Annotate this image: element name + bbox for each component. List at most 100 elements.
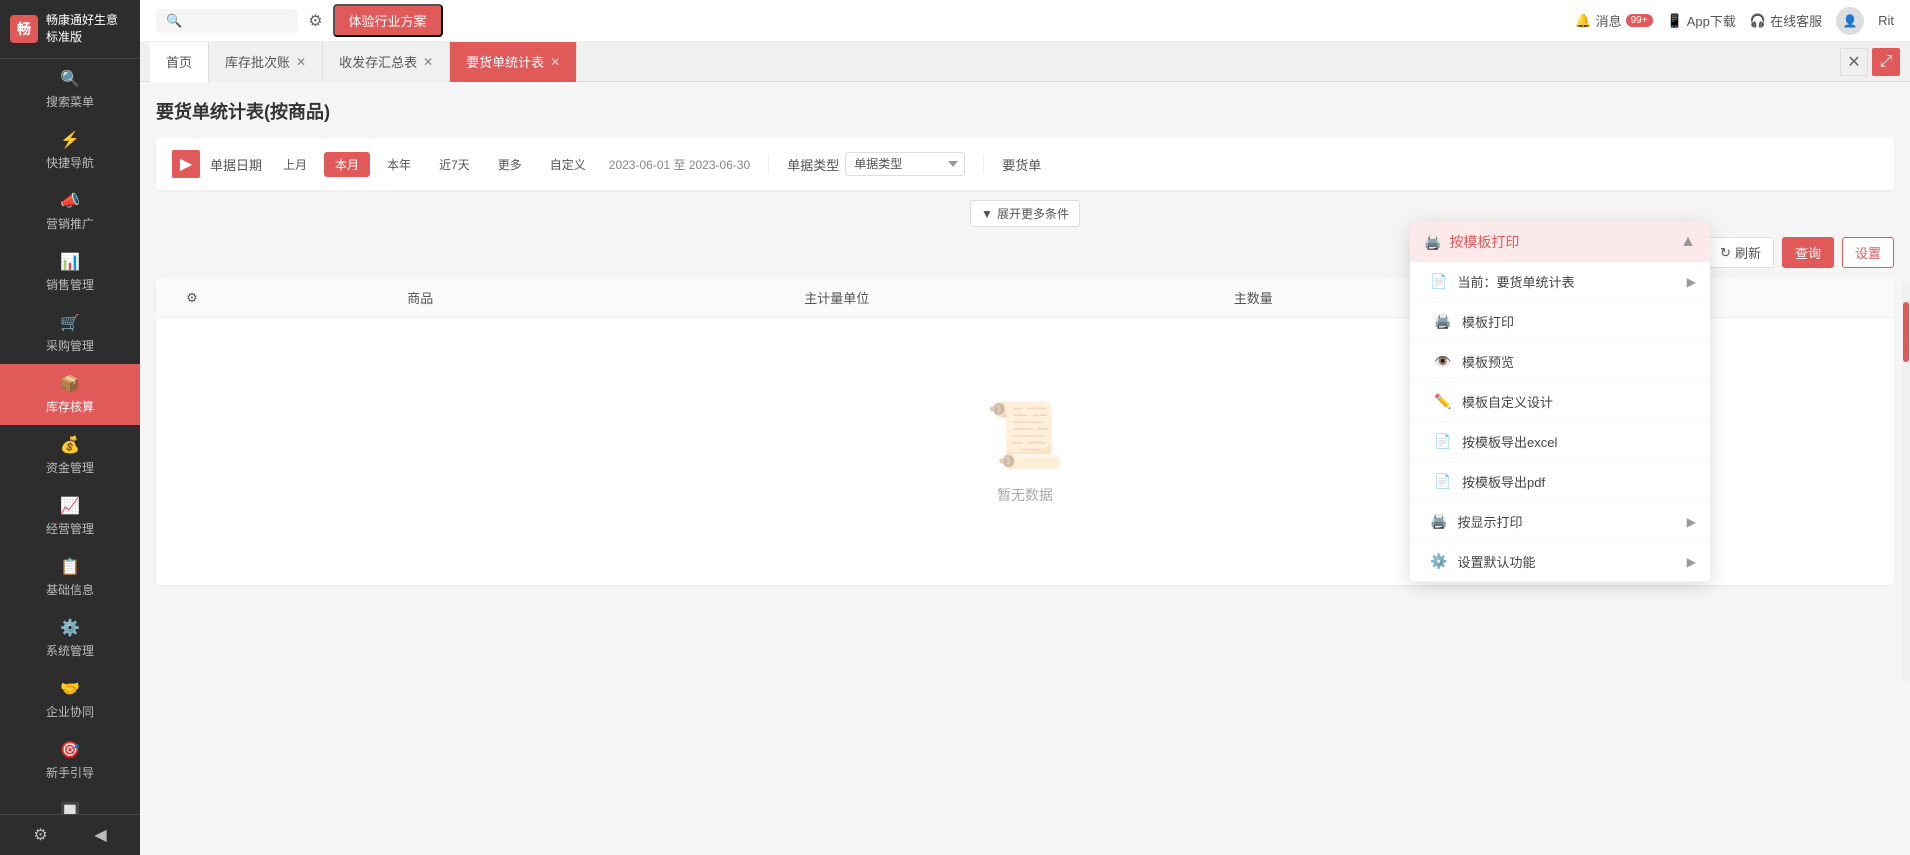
dropdown-current-item[interactable]: 📄 当前：要货单统计表 ▶ [1410, 262, 1710, 302]
empty-text: 暂无数据 [997, 485, 1053, 505]
current-chevron: ▶ [1687, 275, 1696, 289]
sidebar-item-finance[interactable]: 💰 资金管理 [0, 425, 140, 486]
sidebar-bottom: ⚙ ◀ [0, 814, 140, 855]
dropdown-export-pdf[interactable]: 📄 按模板导出pdf [1410, 462, 1710, 502]
settings-bottom-btn[interactable]: ⚙ [33, 825, 47, 845]
logo-icon: 畅 [10, 15, 38, 43]
col-unit: 主计量单位 [629, 288, 1046, 307]
print-dropdown: 🖨️ 按模板打印 ▲ 📄 当前：要货单统计表 ▶ 🖨️ 模板打印 👁️ 模板预览 [1410, 222, 1710, 582]
date-custom[interactable]: 自定义 [539, 152, 597, 177]
scroll-track [1902, 282, 1910, 682]
scroll-thumb[interactable] [1903, 302, 1909, 362]
app-download-btn[interactable]: 📱 App下载 [1667, 11, 1736, 30]
expand-tabs-btn[interactable]: ⤢ [1872, 48, 1900, 76]
search-input[interactable] [188, 14, 288, 28]
sidebar-item-collab[interactable]: 🤝 企业协同 [0, 669, 140, 730]
operations-icon: 📈 [60, 496, 80, 516]
dropdown-collapse-btn[interactable]: ▲ [1680, 233, 1696, 251]
dropdown-header: 🖨️ 按模板打印 ▲ [1410, 222, 1710, 262]
collapse-btn[interactable]: ◀ [94, 825, 106, 845]
template-design-icon: ✏️ [1434, 393, 1452, 410]
topbar: 🔍 ⚙ 体验行业方案 🔔 消息 99+ 📱 App下载 🎧 在线客服 👤 Rit [140, 0, 1910, 42]
user-avatar[interactable]: 👤 [1836, 7, 1864, 35]
online-service-btn[interactable]: 🎧 在线客服 [1750, 11, 1822, 30]
dropdown-title: 🖨️ 按模板打印 [1424, 232, 1519, 252]
set-default-group: ⚙️ 设置默认功能 [1430, 552, 1535, 571]
filter-bar: ▶ 单据日期 上月 本月 本年 近7天 更多 自定义 2023-06-01 至 … [156, 138, 1894, 190]
download-icon: 📱 [1667, 13, 1683, 29]
dropdown-set-default[interactable]: ⚙️ 设置默认功能 ▶ [1410, 542, 1710, 582]
app-logo: 畅 畅康通好生意 标准版 [0, 0, 140, 59]
sidebar-item-inventory[interactable]: 📦 库存核算 [0, 364, 140, 425]
notifications-btn[interactable]: 🔔 消息 99+ [1575, 11, 1652, 30]
sidebar-item-search-menu[interactable]: 🔍 搜索菜单 [0, 59, 140, 120]
sidebar-item-operations[interactable]: 📈 经营管理 [0, 486, 140, 547]
tab-order-stats[interactable]: 要货单统计表 ✕ [450, 42, 577, 82]
set-default-icon: ⚙️ [1430, 553, 1447, 570]
tab-batch-account[interactable]: 库存批次账 ✕ [209, 42, 323, 82]
tab-receipt-summary[interactable]: 收发存汇总表 ✕ [323, 42, 450, 82]
avatar-icon: 👤 [1843, 14, 1858, 28]
sales-icon: 📊 [60, 252, 80, 272]
topbar-gear-icon[interactable]: ⚙ [308, 11, 322, 31]
date-label: 单据日期 [210, 155, 262, 174]
empty-illustration: 📜 [985, 398, 1065, 473]
dropdown-template-preview[interactable]: 👁️ 模板预览 [1410, 342, 1710, 382]
trial-btn[interactable]: 体验行业方案 [333, 4, 443, 37]
inventory-icon: 📦 [60, 374, 80, 394]
sidebar-item-quick-nav[interactable]: ⚡ 快捷导航 [0, 120, 140, 181]
tabs-bar: 首页 库存批次账 ✕ 收发存汇总表 ✕ 要货单统计表 ✕ ✕ ⤢ [140, 42, 1910, 82]
current-doc-icon: 📄 [1430, 273, 1447, 290]
tab-home[interactable]: 首页 [150, 42, 209, 82]
settings-btn[interactable]: 设置 [1842, 237, 1894, 268]
tab-close-batch[interactable]: ✕ [296, 55, 306, 69]
sidebar-item-app-center[interactable]: 🔲 应用中心 [0, 791, 140, 814]
tab-close-order[interactable]: ✕ [550, 55, 560, 69]
sidebar-item-basics[interactable]: 📋 基础信息 [0, 547, 140, 608]
main-area: 🔍 ⚙ 体验行业方案 🔔 消息 99+ 📱 App下载 🎧 在线客服 👤 Rit [140, 0, 1910, 855]
bell-icon: 🔔 [1575, 13, 1591, 29]
sidebar-item-marketing[interactable]: 📣 营销推广 [0, 181, 140, 242]
refresh-icon: ↻ [1720, 245, 1731, 261]
filter-expand-btn[interactable]: ▶ [172, 150, 200, 178]
filter-doc-type: 单据类型 单据类型 [787, 152, 965, 176]
col-product: 商品 [212, 288, 629, 307]
template-preview-icon: 👁️ [1434, 353, 1452, 370]
date-more[interactable]: 更多 [487, 152, 533, 177]
topbar-search-icon: 🔍 [166, 13, 182, 29]
date-last7[interactable]: 近7天 [428, 152, 481, 177]
col-settings[interactable]: ⚙ [172, 290, 212, 306]
expand-more-btn[interactable]: ▼ 展开更多条件 [970, 200, 1080, 227]
doc-type-label: 单据类型 [787, 155, 839, 174]
topbar-search-box[interactable]: 🔍 [156, 9, 298, 33]
doc-type-select[interactable]: 单据类型 [845, 152, 965, 176]
dropdown-template-design[interactable]: ✏️ 模板自定义设计 [1410, 382, 1710, 422]
print-header-icon: 🖨️ [1424, 234, 1441, 251]
filter-divider2 [983, 154, 984, 174]
sidebar-scroll: 🔍 搜索菜单 ⚡ 快捷导航 📣 营销推广 📊 销售管理 🛒 采购管理 📦 库存核… [0, 59, 140, 814]
current-label-group: 📄 当前：要货单统计表 [1430, 272, 1574, 291]
tab-close-receipt[interactable]: ✕ [423, 55, 433, 69]
dropdown-export-excel[interactable]: 📄 按模板导出excel [1410, 422, 1710, 462]
refresh-btn[interactable]: ↻ 刷新 [1707, 237, 1774, 268]
dropdown-display-print[interactable]: 🖨️ 按显示打印 ▶ [1410, 502, 1710, 542]
quick-nav-icon: ⚡ [60, 130, 80, 150]
export-pdf-icon: 📄 [1434, 473, 1452, 490]
date-this-year[interactable]: 本年 [376, 152, 422, 177]
app-center-icon: 🔲 [60, 801, 80, 814]
date-this-month[interactable]: 本月 [324, 152, 370, 177]
page-title: 要货单统计表(按商品) [156, 98, 1894, 124]
sidebar-item-guide[interactable]: 🎯 新手引导 [0, 730, 140, 791]
collab-icon: 🤝 [60, 679, 80, 699]
sidebar-item-purchase[interactable]: 🛒 采购管理 [0, 303, 140, 364]
basics-icon: 📋 [60, 557, 80, 577]
sidebar-item-sales[interactable]: 📊 销售管理 [0, 242, 140, 303]
date-prev-month[interactable]: 上月 [272, 152, 318, 177]
purchase-icon: 🛒 [60, 313, 80, 333]
headset-icon: 🎧 [1750, 13, 1766, 29]
filter-dates: 上月 本月 本年 近7天 更多 自定义 2023-06-01 至 2023-06… [272, 152, 750, 177]
query-btn[interactable]: 查询 [1782, 237, 1834, 268]
close-all-tabs-btn[interactable]: ✕ [1840, 48, 1868, 76]
sidebar-item-system[interactable]: ⚙️ 系统管理 [0, 608, 140, 669]
dropdown-template-print[interactable]: 🖨️ 模板打印 [1410, 302, 1710, 342]
